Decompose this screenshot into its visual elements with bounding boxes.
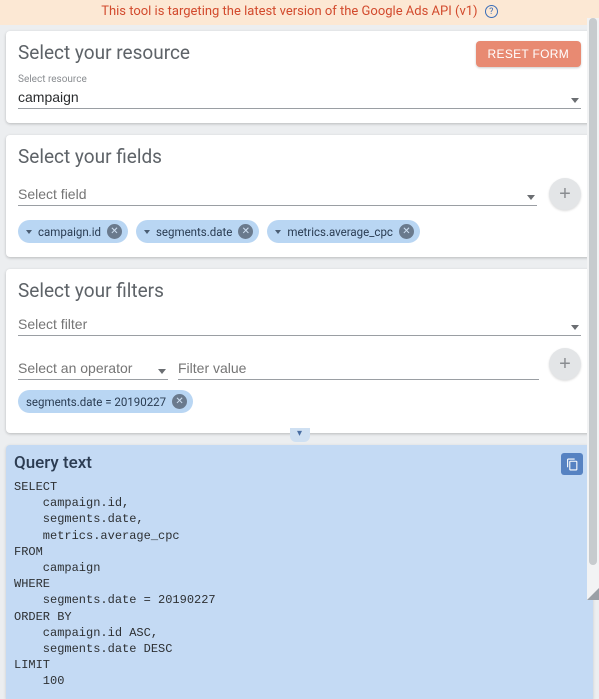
chevron-down-icon [275, 230, 281, 234]
close-icon[interactable]: ✕ [399, 224, 414, 239]
filter-chips: segments.date = 20190227 ✕ [18, 390, 581, 413]
field-select[interactable] [18, 182, 537, 206]
api-version-link[interactable]: Google Ads API (v1) [362, 4, 478, 19]
field-chips: campaign.id ✕ segments.date ✕ metrics.av… [18, 220, 581, 243]
chip-label: campaign.id [38, 225, 101, 239]
filter-chip[interactable]: segments.date = 20190227 ✕ [18, 390, 193, 413]
filters-card: Select your filters + segments.date = 20… [6, 269, 593, 433]
copy-icon [566, 458, 579, 471]
fields-card: Select your fields + campaign.id ✕ segme… [6, 135, 593, 257]
resource-select[interactable] [18, 85, 581, 109]
filter-value-input[interactable] [178, 356, 539, 380]
query-panel: Query text SELECT campaign.id, segments.… [6, 445, 593, 699]
filter-select[interactable] [18, 312, 581, 336]
add-field-button[interactable]: + [549, 178, 581, 210]
close-icon[interactable]: ✕ [107, 224, 122, 239]
field-chip[interactable]: segments.date ✕ [136, 220, 259, 243]
query-title: Query text [14, 453, 583, 473]
add-filter-button[interactable]: + [549, 348, 581, 380]
filters-title: Select your filters [18, 279, 581, 302]
chip-label: segments.date = 20190227 [26, 395, 166, 409]
chevron-down-icon [144, 230, 150, 234]
operator-select[interactable] [18, 356, 168, 380]
close-icon[interactable]: ✕ [238, 224, 253, 239]
banner-text: This tool is targeting the latest versio… [101, 4, 361, 19]
fields-title: Select your fields [18, 145, 581, 168]
help-icon[interactable]: ? [485, 5, 498, 18]
chevron-down-icon [26, 230, 32, 234]
chip-label: segments.date [156, 225, 232, 239]
chip-label: metrics.average_cpc [287, 225, 393, 239]
drag-handle-icon[interactable]: ▾ [290, 428, 310, 442]
api-version-banner: This tool is targeting the latest versio… [0, 0, 599, 25]
field-chip[interactable]: campaign.id ✕ [18, 220, 128, 243]
field-chip[interactable]: metrics.average_cpc ✕ [267, 220, 420, 243]
scrollbar-thumb[interactable] [589, 18, 597, 565]
copy-button[interactable] [561, 453, 583, 475]
reset-form-button[interactable]: RESET FORM [476, 41, 581, 67]
scrollbar-vertical[interactable] [587, 18, 599, 600]
resource-label: Select resource [18, 74, 581, 85]
resize-handle-icon[interactable] [587, 588, 599, 600]
close-icon[interactable]: ✕ [172, 394, 187, 409]
query-text[interactable]: SELECT campaign.id, segments.date, metri… [14, 479, 583, 689]
resource-card: Select your resource RESET FORM Select r… [6, 31, 593, 123]
